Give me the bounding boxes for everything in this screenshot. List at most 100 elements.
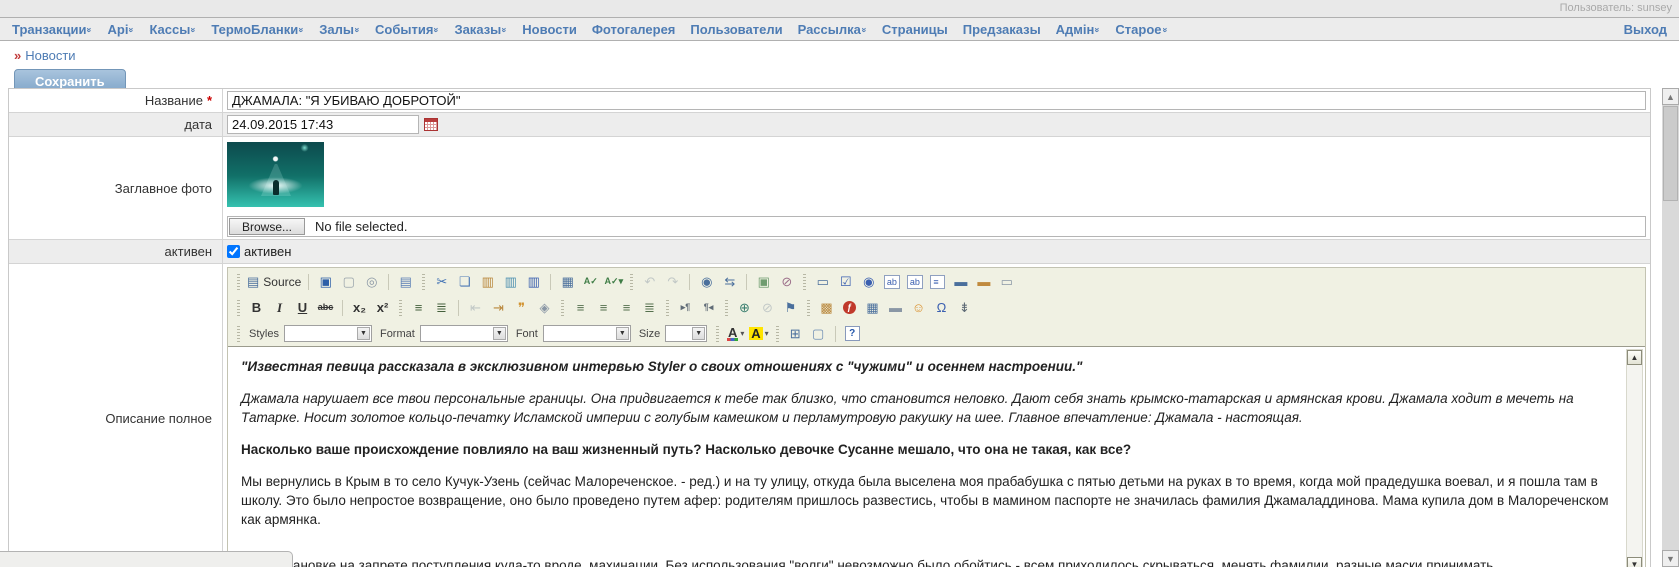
nav-item-users[interactable]: Пользователи (690, 22, 782, 37)
active-checkbox[interactable] (227, 245, 240, 258)
select-field-icon[interactable]: ≡ (926, 272, 949, 291)
checkbox-field-icon[interactable]: ☑ (834, 272, 857, 291)
align-center-icon[interactable]: ≡ (592, 298, 615, 317)
nav-item-admin[interactable]: Адмін» (1056, 22, 1103, 37)
nav-item-orders[interactable]: Заказы» (454, 22, 509, 37)
scayt-icon[interactable]: A✓▾ (602, 272, 625, 291)
editor-scrollbar[interactable]: ▲ ▼ (1626, 349, 1643, 567)
subscript-icon[interactable]: x₂ (348, 298, 371, 317)
nav-item-news[interactable]: Новости (522, 22, 577, 37)
align-right-icon[interactable]: ≡ (615, 298, 638, 317)
show-blocks-icon[interactable]: ▢ (807, 324, 830, 343)
nav-item-old[interactable]: Старое» (1115, 22, 1170, 37)
superscript-icon[interactable]: x² (371, 298, 394, 317)
paste-icon[interactable]: ▥ (476, 272, 499, 291)
bg-color-icon[interactable]: A ▾ (747, 324, 770, 343)
font-select[interactable]: ▼ (542, 325, 631, 342)
image-icon[interactable]: ▩ (815, 298, 838, 317)
browse-button[interactable]: Browse... (229, 218, 306, 235)
preview-icon[interactable]: ◎ (360, 272, 383, 291)
page-scroll-thumb[interactable] (1663, 106, 1678, 201)
toolbar-grip (807, 299, 810, 316)
smiley-icon[interactable]: ☺ (907, 298, 930, 317)
paste-text-icon[interactable]: ▥ (499, 272, 522, 291)
new-page-icon[interactable]: ▢ (337, 272, 360, 291)
nav-item-cashdesks[interactable]: Кассы» (149, 22, 199, 37)
find-icon[interactable]: ◉ (695, 272, 718, 291)
special-char-icon[interactable]: Ω (930, 298, 953, 317)
nav-item-photogallery[interactable]: Фотогалерея (592, 22, 676, 37)
underline-icon-glyph: U (297, 300, 308, 315)
nav-item-events[interactable]: События» (375, 22, 442, 37)
maximize-icon[interactable]: ⊞ (784, 324, 807, 343)
link-icon[interactable]: ⊕ (733, 298, 756, 317)
replace-icon[interactable]: ⇆ (718, 272, 741, 291)
div-container-icon[interactable]: ◈ (533, 298, 556, 317)
italic-icon[interactable]: I (268, 298, 291, 317)
chevron-down-icon: ▼ (492, 327, 506, 340)
calendar-icon[interactable] (424, 118, 438, 131)
text-field-icon[interactable]: ab (880, 272, 903, 291)
nav-item-pages[interactable]: Страницы (882, 22, 948, 37)
nav-item-mailing[interactable]: Рассылка» (798, 22, 870, 37)
size-select[interactable]: ▼ (665, 325, 708, 342)
cut-icon[interactable]: ✂ (430, 272, 453, 291)
bulleted-list-icon-glyph: ≣ (436, 300, 447, 315)
align-left-icon[interactable]: ≡ (569, 298, 592, 317)
page-scroll-up-icon[interactable]: ▲ (1662, 88, 1679, 105)
text-color-icon[interactable]: A ▾ (724, 324, 747, 343)
underline-icon[interactable]: U (291, 298, 314, 317)
title-input[interactable] (227, 91, 1646, 110)
strike-icon[interactable]: abc (314, 298, 337, 317)
nav-item-halls[interactable]: Залы» (319, 22, 362, 37)
page-break-icon[interactable]: ⇟ (953, 298, 976, 317)
breadcrumb-link-news[interactable]: Новости (25, 48, 75, 63)
textarea-icon[interactable]: ab (903, 272, 926, 291)
form-icon-glyph: ▭ (816, 274, 829, 289)
radio-button-icon[interactable]: ◉ (857, 272, 880, 291)
button-field-icon[interactable]: ▬ (949, 272, 972, 291)
nav-item-transactions[interactable]: Транзакции» (12, 22, 95, 37)
dropdown-caret-icon: » (188, 26, 199, 33)
spellcheck-icon[interactable]: A✓ (579, 272, 602, 291)
anchor-icon[interactable]: ⚑ (779, 298, 802, 317)
title-field-cell (223, 89, 1650, 112)
print-icon[interactable]: ▦ (556, 272, 579, 291)
paste-word-icon[interactable]: ▥ (522, 272, 545, 291)
align-justify-icon[interactable]: ≣ (638, 298, 661, 317)
dir-rtl-icon[interactable]: ¶◂ (697, 298, 720, 317)
numbered-list-icon[interactable]: ≡ (407, 298, 430, 317)
editor-scroll-up-icon[interactable]: ▲ (1627, 350, 1642, 365)
active-checkbox-label: активен (244, 244, 292, 259)
date-input[interactable] (227, 115, 419, 134)
flash-icon[interactable]: ƒ (838, 298, 861, 317)
page-scrollbar[interactable]: ▲ ▼ (1662, 88, 1679, 567)
nav-item-preorders[interactable]: Предзаказы (963, 22, 1041, 37)
hidden-field-icon[interactable]: ▭ (995, 272, 1018, 291)
editor-content[interactable]: "Известная певица рассказала в эксклюзив… (228, 346, 1645, 567)
table-icon[interactable]: ▦ (861, 298, 884, 317)
format-select[interactable]: ▼ (419, 325, 508, 342)
copy-icon[interactable]: ❏ (453, 272, 476, 291)
bulleted-list-icon[interactable]: ≣ (430, 298, 453, 317)
horizontal-rule-icon[interactable]: ▬ (884, 298, 907, 317)
dir-ltr-icon[interactable]: ▸¶ (674, 298, 697, 317)
nav-item-thermoforms[interactable]: ТермоБланки» (211, 22, 306, 37)
page-scroll-down-icon[interactable]: ▼ (1662, 550, 1679, 567)
select-all-icon[interactable]: ▣ (752, 272, 775, 291)
indent-icon[interactable]: ⇥ (487, 298, 510, 317)
remove-format-icon[interactable]: ⊘ (775, 272, 798, 291)
image-button-icon[interactable]: ▬ (972, 272, 995, 291)
source-button[interactable]: ▤ Source (245, 272, 303, 291)
nav-item-logout[interactable]: Выход (1624, 22, 1667, 37)
form-icon[interactable]: ▭ (811, 272, 834, 291)
bold-icon[interactable]: B (245, 298, 268, 317)
about-icon[interactable]: ? (841, 324, 864, 343)
blockquote-icon[interactable]: ❞ (510, 298, 533, 317)
editor-text[interactable]: "Известная певица рассказала в эксклюзив… (228, 347, 1645, 567)
templates-icon[interactable]: ▤ (394, 272, 417, 291)
save-icon[interactable]: ▣ (314, 272, 337, 291)
styles-select[interactable]: ▼ (283, 325, 372, 342)
editor-scroll-down-icon[interactable]: ▼ (1627, 557, 1642, 567)
nav-item-api[interactable]: Api» (108, 22, 137, 37)
